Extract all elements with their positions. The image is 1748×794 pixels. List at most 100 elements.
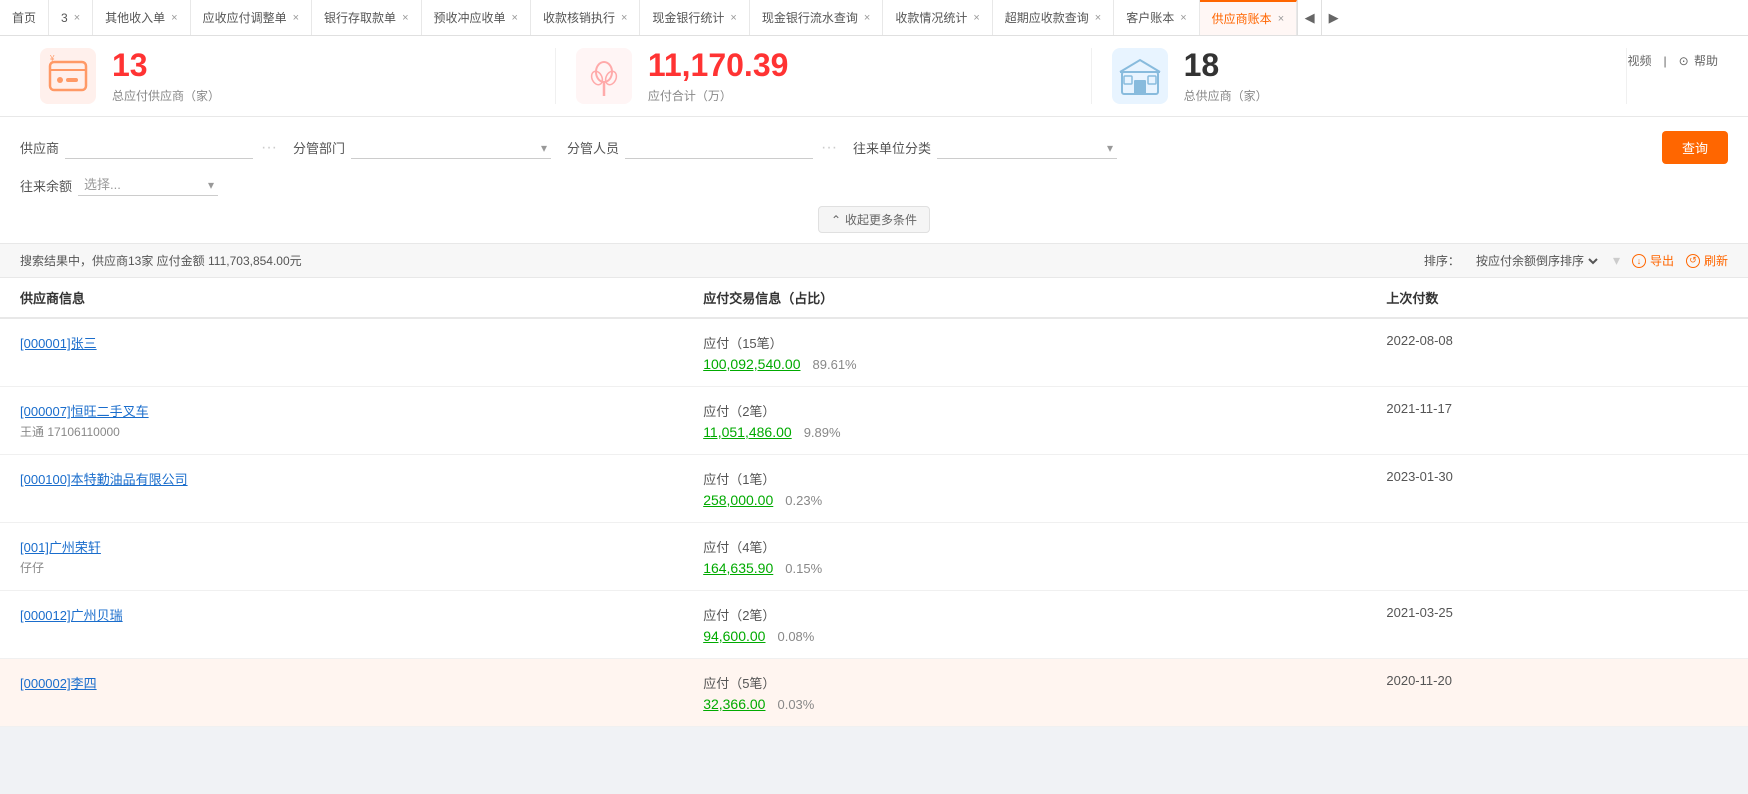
collapse-button[interactable]: ⌃ 收起更多条件 <box>818 206 930 233</box>
nav-tab-cash-flow-query[interactable]: 现金银行流水查询 × <box>750 0 883 36</box>
supplier-info-6: [000002]李四 <box>20 673 703 692</box>
refresh-label: 刷新 <box>1704 252 1728 269</box>
nav-tab-prepay-offset[interactable]: 预收冲应收单 × <box>422 0 531 36</box>
person-dots-icon[interactable]: ··· <box>821 139 837 157</box>
payable-count-label-6: 应付 <box>703 673 729 692</box>
close-icon[interactable]: × <box>730 12 736 24</box>
sort-label: 排序： <box>1424 252 1460 269</box>
payable-percent-1: 89.61% <box>813 357 857 372</box>
close-icon[interactable]: × <box>74 12 80 24</box>
dept-select-wrap <box>351 137 551 159</box>
payable-percent-3: 0.23% <box>785 493 822 508</box>
supplier-sub-4: 仔仔 <box>20 559 703 576</box>
stat-supplier-content: 18 总供应商（家） <box>1184 48 1268 104</box>
supplier-link-4[interactable]: [001]广州荣轩 <box>20 537 703 556</box>
supplier-link-2[interactable]: [000007]恒旺二手叉车 <box>20 401 703 420</box>
video-link[interactable]: 视频 <box>1627 52 1651 69</box>
table-body: [000001]张三 应付 （15笔） 100,092,540.00 89.61… <box>0 319 1748 727</box>
sort-select[interactable]: 按应付余额倒序排序 <box>1472 253 1601 269</box>
nav-left-arrow[interactable]: ◀ <box>1297 0 1321 36</box>
payable-count-6: （5笔） <box>729 673 775 692</box>
close-icon[interactable]: × <box>621 12 627 24</box>
nav-tab-customer-ledger[interactable]: 客户账本 × <box>1114 0 1199 36</box>
nav-tab-3[interactable]: 3 × <box>49 0 93 36</box>
supplier-link-5[interactable]: [000012]广州贝瑞 <box>20 605 703 624</box>
export-button[interactable]: ↓ 导出 <box>1632 252 1674 269</box>
stat-total-payable-amount: 11,170.39 应付合计（万） <box>556 48 1092 104</box>
close-icon[interactable]: × <box>973 12 979 24</box>
stat-total-payable-suppliers: ¥ 13 总应付供应商（家） <box>20 48 556 104</box>
close-icon[interactable]: × <box>1278 13 1284 25</box>
payable-info-3: 应付 （1笔） 258,000.00 0.23% <box>703 469 1386 508</box>
nav-right-arrow[interactable]: ▶ <box>1321 0 1345 36</box>
payable-percent-5: 0.08% <box>777 629 814 644</box>
payable-percent-4: 0.15% <box>785 561 822 576</box>
last-payment-1: 2022-08-08 <box>1386 333 1728 348</box>
col-header-last-payment: 上次付数 <box>1386 288 1728 307</box>
supplier-link-1[interactable]: [000001]张三 <box>20 333 703 352</box>
close-icon[interactable]: × <box>864 12 870 24</box>
close-icon[interactable]: × <box>1180 12 1186 24</box>
last-payment-2: 2021-11-17 <box>1386 401 1728 416</box>
close-icon[interactable]: × <box>171 12 177 24</box>
supplier-link-3[interactable]: [000100]本特勤油品有限公司 <box>20 469 703 488</box>
payable-amount-6[interactable]: 32,366.00 <box>703 696 765 712</box>
supplier-dots-icon[interactable]: ··· <box>261 139 277 157</box>
dept-select[interactable] <box>351 137 551 159</box>
help-link[interactable]: ⊙ 帮助 <box>1679 52 1718 69</box>
payable-count-4: （4笔） <box>729 537 775 556</box>
stat-payable-number: 13 <box>112 48 220 83</box>
category-label: 往来单位分类 <box>853 138 931 157</box>
refresh-button[interactable]: ↺ 刷新 <box>1686 252 1728 269</box>
payable-count-label-2: 应付 <box>703 401 729 420</box>
table-row: [000012]广州贝瑞 应付 （2笔） 94,600.00 0.08% 202… <box>0 591 1748 659</box>
filter-row-2: 往来余额 选择... <box>20 174 1728 196</box>
balance-label: 往来余额 <box>20 176 72 195</box>
payable-info-1: 应付 （15笔） 100,092,540.00 89.61% <box>703 333 1386 372</box>
table-row: [000100]本特勤油品有限公司 应付 （1笔） 258,000.00 0.2… <box>0 455 1748 523</box>
top-right-links: 视频 | ⊙ 帮助 <box>1627 48 1728 69</box>
supplier-info-4: [001]广州荣轩 仔仔 <box>20 537 703 576</box>
nav-tab-receipt-stat[interactable]: 收款情况统计 × <box>883 0 992 36</box>
query-button[interactable]: 查询 <box>1662 131 1728 164</box>
person-input[interactable] <box>625 137 813 159</box>
stat-total-suppliers: 18 总供应商（家） <box>1092 48 1628 104</box>
nav-tab-ar-ap-adjust[interactable]: 应收应付调整单 × <box>191 0 312 36</box>
balance-select[interactable]: 选择... <box>78 174 218 196</box>
table-row: [000007]恒旺二手叉车 王通 17106110000 应付 （2笔） 11… <box>0 387 1748 455</box>
nav-tab-overdue-ar[interactable]: 超期应收款查询 × <box>993 0 1114 36</box>
close-icon[interactable]: × <box>293 12 299 24</box>
payable-amount-5[interactable]: 94,600.00 <box>703 628 765 644</box>
payable-amount-3[interactable]: 258,000.00 <box>703 492 773 508</box>
filter-area: 供应商 ··· 分管部门 分管人员 ··· 往来单位分类 <box>0 117 1748 244</box>
nav-tab-cash-bank-stat[interactable]: 现金银行统计 × <box>640 0 749 36</box>
supplier-label: 供应商 <box>20 138 59 157</box>
nav-tab-bank-deposit[interactable]: 银行存取款单 × <box>312 0 421 36</box>
close-icon[interactable]: × <box>1095 12 1101 24</box>
payable-count-5: （2笔） <box>729 605 775 624</box>
main-table: 供应商信息 应付交易信息（占比） 上次付数 [000001]张三 应付 （15笔… <box>0 278 1748 727</box>
close-icon[interactable]: × <box>512 12 518 24</box>
supplier-link-6[interactable]: [000002]李四 <box>20 673 703 692</box>
stat-amount-content: 11,170.39 应付合计（万） <box>648 48 789 104</box>
export-icon: ↓ <box>1632 254 1646 268</box>
payable-count-label-3: 应付 <box>703 469 729 488</box>
payable-info-6: 应付 （5笔） 32,366.00 0.03% <box>703 673 1386 712</box>
balance-select-wrap: 选择... <box>78 174 218 196</box>
payable-amount-4[interactable]: 164,635.90 <box>703 560 773 576</box>
category-select[interactable] <box>937 137 1117 159</box>
nav-tab-home[interactable]: 首页 <box>0 0 49 36</box>
nav-tab-supplier-ledger[interactable]: 供应商账本 × <box>1200 0 1297 36</box>
nav-tab-other-income[interactable]: 其他收入单 × <box>93 0 190 36</box>
refresh-icon: ↺ <box>1686 254 1700 268</box>
supplier-input[interactable] <box>65 137 253 159</box>
close-icon[interactable]: × <box>402 12 408 24</box>
table-row: [001]广州荣轩 仔仔 应付 （4笔） 164,635.90 0.15% <box>0 523 1748 591</box>
stat-supplier-label: 总供应商（家） <box>1184 87 1268 104</box>
help-icon: ⊙ <box>1679 54 1689 68</box>
filter-balance: 往来余额 选择... <box>20 174 218 196</box>
payable-amount-1[interactable]: 100,092,540.00 <box>703 356 800 372</box>
nav-tab-receipt-exec[interactable]: 收款核销执行 × <box>531 0 640 36</box>
payable-amount-2[interactable]: 11,051,486.00 <box>703 424 792 440</box>
payable-info-5: 应付 （2笔） 94,600.00 0.08% <box>703 605 1386 644</box>
